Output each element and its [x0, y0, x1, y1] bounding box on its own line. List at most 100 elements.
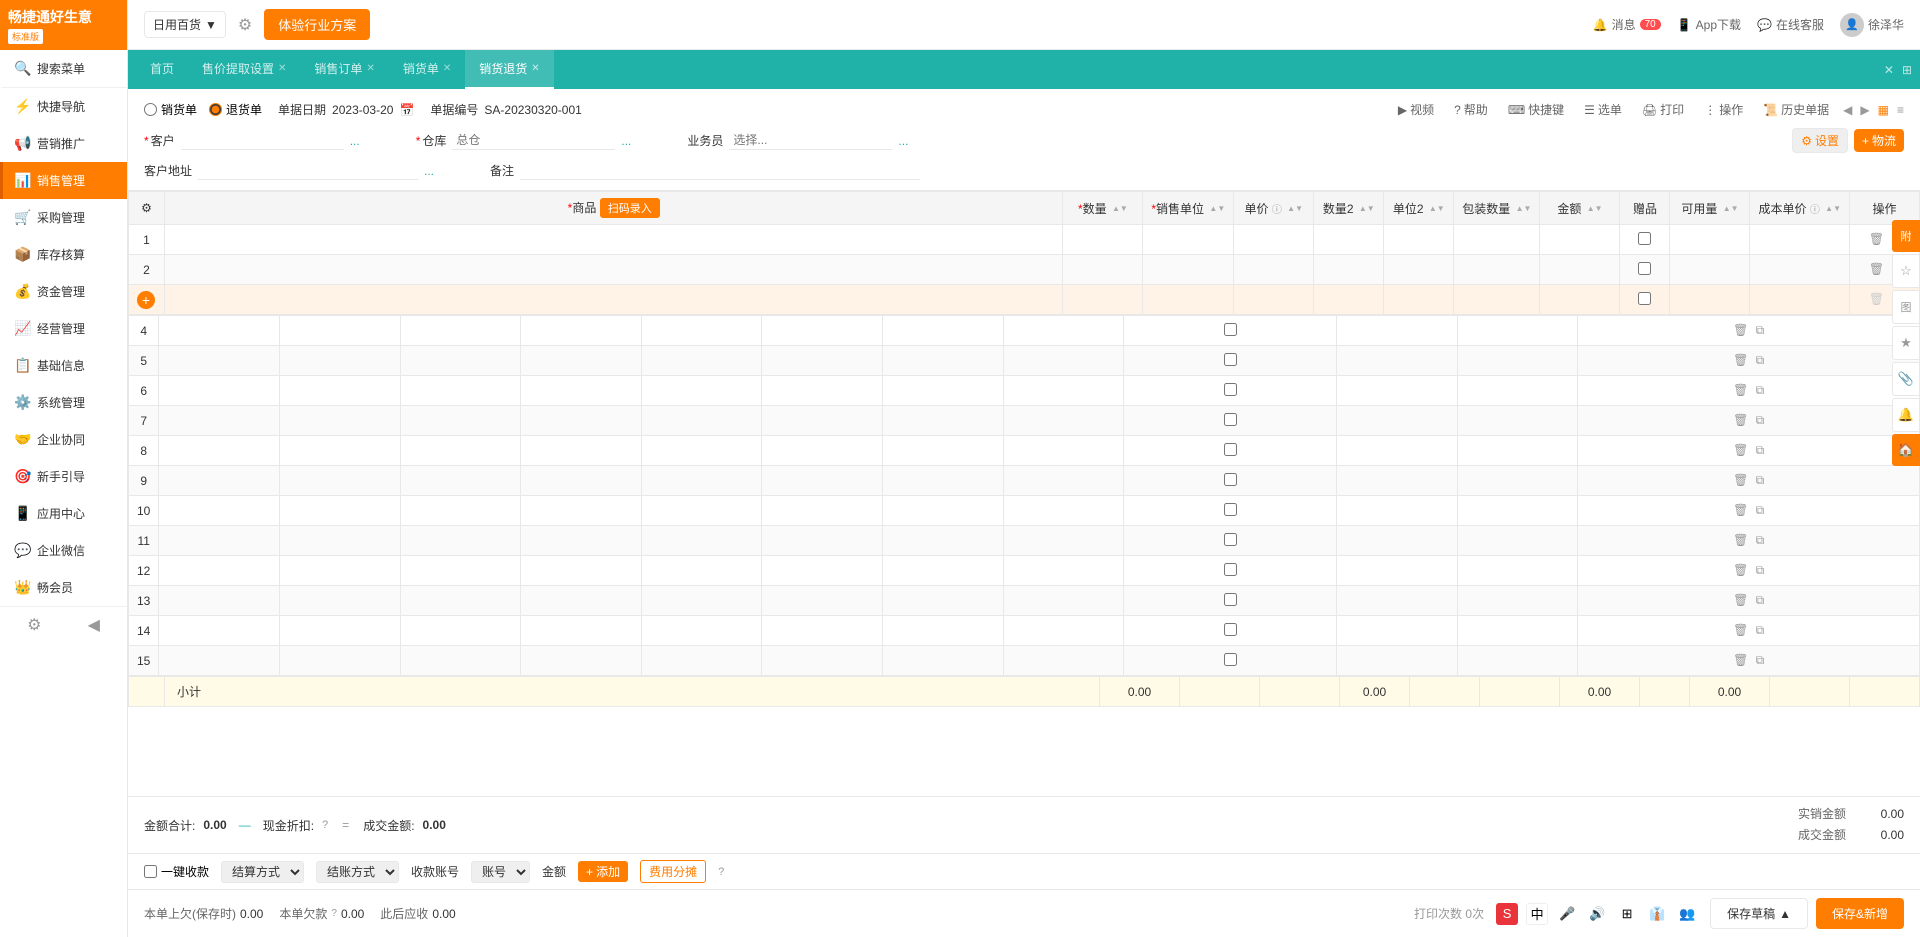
- delete-row-2-icon[interactable]: 🗑: [1869, 262, 1884, 276]
- gift-cell-3[interactable]: [1620, 285, 1670, 315]
- unit2-cell-13[interactable]: [762, 586, 883, 616]
- unit2-cell-10[interactable]: [762, 496, 883, 526]
- list-view-icon[interactable]: ≡: [1897, 103, 1904, 117]
- product-cell-3[interactable]: [165, 285, 1063, 315]
- sidebar-item-sales[interactable]: 📊 销售管理: [0, 162, 127, 199]
- print-btn[interactable]: 🖨 打印: [1636, 99, 1690, 120]
- unit2-cell-12[interactable]: [762, 556, 883, 586]
- amount-cell-6[interactable]: [1003, 376, 1124, 406]
- qty2-cell-11[interactable]: [641, 526, 762, 556]
- copy-row-9-icon[interactable]: ⧉: [1756, 473, 1765, 487]
- qty-cell-8[interactable]: [279, 436, 400, 466]
- delete-row-11-icon[interactable]: 🗑: [1733, 533, 1748, 547]
- price-cell-3[interactable]: [1234, 285, 1314, 315]
- avail-cell-6[interactable]: [1337, 376, 1458, 406]
- gift-cell-8[interactable]: [1124, 436, 1337, 466]
- fee-split-btn[interactable]: 费用分摊: [640, 860, 706, 883]
- one-click-pay-checkbox[interactable]: 一键收款: [144, 863, 209, 880]
- avail-sort-icon[interactable]: ▲▼: [1723, 205, 1739, 213]
- scan-entry-btn[interactable]: 扫码录入: [600, 198, 660, 218]
- gift-cell-15[interactable]: [1124, 646, 1337, 676]
- copy-row-11-icon[interactable]: ⧉: [1756, 533, 1765, 547]
- delete-row-3-icon[interactable]: 🗑: [1869, 292, 1884, 306]
- pkg-cell-4[interactable]: [883, 316, 1004, 346]
- price-info-icon[interactable]: ⓘ: [1272, 205, 1282, 216]
- qty-cell-5[interactable]: [279, 346, 400, 376]
- product-cell-11[interactable]: [159, 526, 280, 556]
- calendar-icon[interactable]: 📅: [399, 103, 414, 117]
- sidebar-item-member[interactable]: 👑 畅会员: [0, 569, 127, 606]
- qty-cell-1[interactable]: [1063, 225, 1143, 255]
- qty2-cell-4[interactable]: [641, 316, 762, 346]
- pkg-cell-1[interactable]: [1454, 225, 1540, 255]
- sidebar-item-quick-nav[interactable]: ⚡ 快捷导航: [0, 88, 127, 125]
- sidebar-item-wechat[interactable]: 💬 企业微信: [0, 532, 127, 569]
- messages-btn[interactable]: 🔔 消息 70: [1593, 16, 1661, 33]
- unit-cell-11[interactable]: [400, 526, 521, 556]
- copy-row-8-icon[interactable]: ⧉: [1756, 443, 1765, 457]
- copy-row-10-icon[interactable]: ⧉: [1756, 503, 1765, 517]
- amount-cell-5[interactable]: [1003, 346, 1124, 376]
- sidebar-collapse-btn[interactable]: ◀: [88, 615, 100, 635]
- pkg-cell-13[interactable]: [883, 586, 1004, 616]
- settings-gear-icon[interactable]: ⚙: [238, 15, 252, 35]
- delete-row-15-icon[interactable]: 🗑: [1733, 653, 1748, 667]
- unit2-cell-6[interactable]: [762, 376, 883, 406]
- product-cell-2[interactable]: [165, 255, 1063, 285]
- unit-cell-4[interactable]: [400, 316, 521, 346]
- avail-cell-9[interactable]: [1337, 466, 1458, 496]
- avail-cell-15[interactable]: [1337, 646, 1458, 676]
- unit-cell-12[interactable]: [400, 556, 521, 586]
- unit-cell-1[interactable]: [1143, 225, 1234, 255]
- select-order-btn[interactable]: ☰ 选单: [1578, 99, 1628, 120]
- copy-row-7-icon[interactable]: ⧉: [1756, 413, 1765, 427]
- expand-tabs-icon[interactable]: ⊞: [1902, 63, 1912, 77]
- amount-sort-icon[interactable]: ▲▼: [1587, 205, 1603, 213]
- avail-cell-2[interactable]: [1670, 255, 1750, 285]
- gift-cell-14[interactable]: [1124, 616, 1337, 646]
- discount-help-icon[interactable]: ?: [322, 819, 328, 831]
- product-cell-1[interactable]: [165, 225, 1063, 255]
- unit-cell-9[interactable]: [400, 466, 521, 496]
- qty2-cell-5[interactable]: [641, 346, 762, 376]
- add-row-btn[interactable]: +: [137, 291, 155, 309]
- copy-row-12-icon[interactable]: ⧉: [1756, 563, 1765, 577]
- delete-row-6-icon[interactable]: 🗑: [1733, 383, 1748, 397]
- gift-cell-4[interactable]: [1124, 316, 1337, 346]
- cost-info-icon[interactable]: ⓘ: [1810, 205, 1820, 216]
- right-float-fav-btn[interactable]: ★: [1892, 326, 1920, 360]
- qty2-cell-10[interactable]: [641, 496, 762, 526]
- avail-cell-11[interactable]: [1337, 526, 1458, 556]
- avail-cell-4[interactable]: [1337, 316, 1458, 346]
- staff-picker-btn[interactable]: ...: [898, 134, 908, 148]
- trial-btn[interactable]: 体验行业方案: [264, 9, 370, 40]
- avail-cell-8[interactable]: [1337, 436, 1458, 466]
- video-btn[interactable]: ▶ 视频: [1392, 99, 1440, 120]
- product-cell-6[interactable]: [159, 376, 280, 406]
- copy-row-5-icon[interactable]: ⧉: [1756, 353, 1765, 367]
- qty2-cell-14[interactable]: [641, 616, 762, 646]
- one-click-pay-input[interactable]: [144, 865, 157, 878]
- sidebar-item-inventory[interactable]: 📦 库存核算: [0, 236, 127, 273]
- qty-sort-icon[interactable]: ▲▼: [1112, 205, 1128, 213]
- pkg-cell-6[interactable]: [883, 376, 1004, 406]
- delete-row-5-icon[interactable]: 🗑: [1733, 353, 1748, 367]
- amount-cell-1[interactable]: [1540, 225, 1620, 255]
- avail-cell-14[interactable]: [1337, 616, 1458, 646]
- online-service-btn[interactable]: 💬 在线客服: [1757, 16, 1824, 33]
- taskbar-qr-icon[interactable]: ⊞: [1616, 903, 1638, 925]
- pkg-cell-10[interactable]: [883, 496, 1004, 526]
- qty-cell-4[interactable]: [279, 316, 400, 346]
- price-cell-4[interactable]: [521, 316, 642, 346]
- unit2-cell-15[interactable]: [762, 646, 883, 676]
- delete-row-7-icon[interactable]: 🗑: [1733, 413, 1748, 427]
- gift-cell-11[interactable]: [1124, 526, 1337, 556]
- tab-sales-return[interactable]: 销货退货 ✕: [465, 50, 553, 89]
- avail-cell-13[interactable]: [1337, 586, 1458, 616]
- price-cell-13[interactable]: [521, 586, 642, 616]
- sidebar-item-system[interactable]: ⚙️ 系统管理: [0, 384, 127, 421]
- help-btn[interactable]: ? 帮助: [1448, 99, 1494, 120]
- sidebar-settings-btn[interactable]: ⚙: [27, 615, 41, 635]
- price-cell-15[interactable]: [521, 646, 642, 676]
- avail-cell-5[interactable]: [1337, 346, 1458, 376]
